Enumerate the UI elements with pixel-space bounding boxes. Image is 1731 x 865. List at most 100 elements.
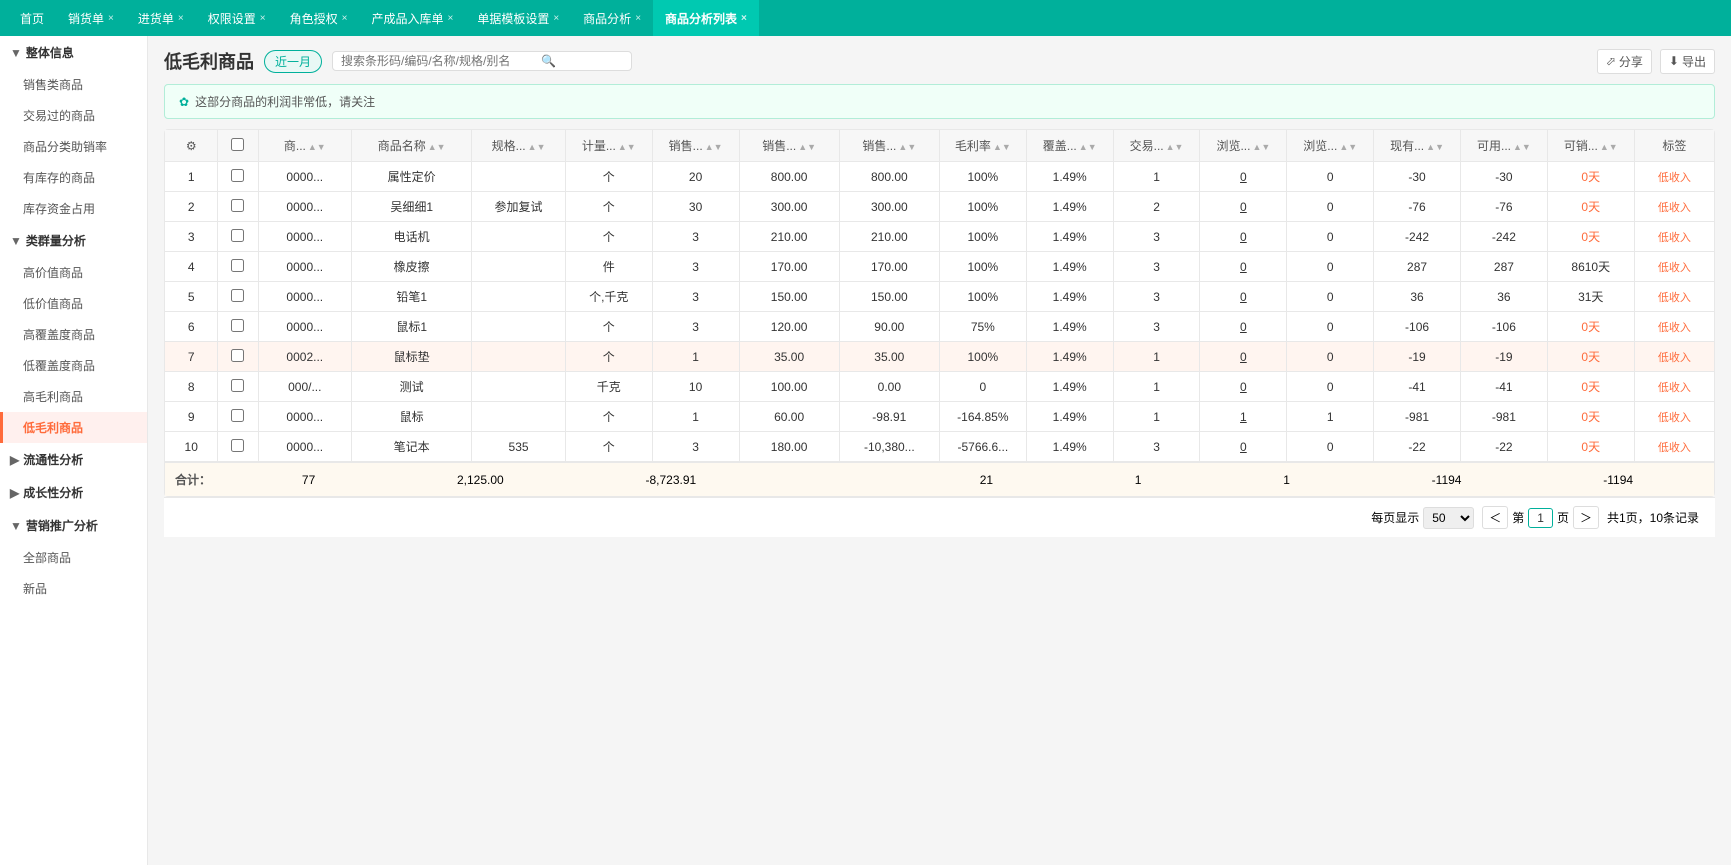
col-unit[interactable]: 计量...▲▼: [565, 130, 652, 162]
row-checkbox[interactable]: [231, 349, 244, 362]
share-button[interactable]: ⬀ 分享: [1597, 49, 1652, 74]
col-current[interactable]: 现有...▲▼: [1374, 130, 1461, 162]
select-all-checkbox[interactable]: [231, 138, 244, 151]
cell-browse1[interactable]: 0: [1200, 342, 1287, 372]
close-icon[interactable]: ×: [260, 13, 266, 24]
sidebar-section-growth[interactable]: ▶ 成长性分析: [0, 476, 147, 509]
sidebar-section-overview[interactable]: ▼ 整体信息: [0, 36, 147, 69]
browse-link[interactable]: 1: [1240, 410, 1247, 424]
close-icon[interactable]: ×: [447, 13, 453, 24]
browse-link[interactable]: 0: [1240, 290, 1247, 304]
col-deals[interactable]: 交易...▲▼: [1113, 130, 1200, 162]
cell-browse1[interactable]: 0: [1200, 432, 1287, 462]
search-input[interactable]: [341, 54, 541, 68]
browse-link[interactable]: 0: [1240, 320, 1247, 334]
browse-link[interactable]: 0: [1240, 350, 1247, 364]
row-checkbox[interactable]: [231, 379, 244, 392]
row-checkbox[interactable]: [231, 289, 244, 302]
sidebar-item-stock-goods[interactable]: 有库存的商品: [0, 162, 147, 193]
cell-browse1[interactable]: 0: [1200, 312, 1287, 342]
sidebar-section-cluster[interactable]: ▼ 类群量分析: [0, 224, 147, 257]
col-sales-cost[interactable]: 销售...▲▼: [839, 130, 939, 162]
row-checkbox[interactable]: [231, 439, 244, 452]
col-checkbox[interactable]: [218, 130, 258, 162]
close-icon[interactable]: ×: [108, 13, 114, 24]
sidebar-item-sales-goods[interactable]: 销售类商品: [0, 69, 147, 100]
sidebar-item-high-coverage[interactable]: 高覆盖度商品: [0, 319, 147, 350]
export-button[interactable]: ⬇ 导出: [1660, 49, 1715, 74]
search-icon[interactable]: 🔍: [541, 54, 556, 68]
col-code[interactable]: 商...▲▼: [258, 130, 352, 162]
sidebar-item-high-value[interactable]: 高价值商品: [0, 257, 147, 288]
cell-browse1[interactable]: 1: [1200, 402, 1287, 432]
nav-sales[interactable]: 销货单 ×: [56, 0, 126, 36]
nav-product-entry[interactable]: 产成品入库单 ×: [359, 0, 465, 36]
sidebar-item-all-goods[interactable]: 全部商品: [0, 542, 147, 573]
cell-browse1[interactable]: 0: [1200, 162, 1287, 192]
row-checkbox[interactable]: [231, 169, 244, 182]
next-page-button[interactable]: ＞: [1573, 506, 1599, 529]
row-checkbox[interactable]: [231, 199, 244, 212]
cell-checkbox[interactable]: [218, 222, 258, 252]
cell-checkbox[interactable]: [218, 162, 258, 192]
nav-product-analysis-list[interactable]: 商品分析列表 ×: [653, 0, 759, 36]
col-browse2[interactable]: 浏览...▲▼: [1287, 130, 1374, 162]
row-checkbox[interactable]: [231, 229, 244, 242]
browse-link[interactable]: 0: [1240, 200, 1247, 214]
browse-link[interactable]: 0: [1240, 170, 1247, 184]
cell-checkbox[interactable]: [218, 252, 258, 282]
sidebar-item-category-rate[interactable]: 商品分类助销率: [0, 131, 147, 162]
row-checkbox[interactable]: [231, 409, 244, 422]
cell-browse1[interactable]: 0: [1200, 222, 1287, 252]
cell-checkbox[interactable]: [218, 342, 258, 372]
row-checkbox[interactable]: [231, 319, 244, 332]
row-checkbox[interactable]: [231, 259, 244, 272]
col-available[interactable]: 可用...▲▼: [1460, 130, 1547, 162]
cell-checkbox[interactable]: [218, 432, 258, 462]
col-tag[interactable]: 标签: [1634, 130, 1714, 162]
nav-roles[interactable]: 角色授权 ×: [278, 0, 360, 36]
cell-browse1[interactable]: 0: [1200, 252, 1287, 282]
browse-link[interactable]: 0: [1240, 440, 1247, 454]
col-gross-rate[interactable]: 毛利率▲▼: [939, 130, 1026, 162]
sidebar-section-flow[interactable]: ▶ 流通性分析: [0, 443, 147, 476]
close-icon[interactable]: ×: [741, 13, 747, 24]
col-sellable[interactable]: 可销...▲▼: [1547, 130, 1634, 162]
cell-checkbox[interactable]: [218, 372, 258, 402]
cell-browse1[interactable]: 0: [1200, 282, 1287, 312]
cell-checkbox[interactable]: [218, 402, 258, 432]
col-sales-qty[interactable]: 销售...▲▼: [652, 130, 739, 162]
col-browse1[interactable]: 浏览...▲▼: [1200, 130, 1287, 162]
col-spec[interactable]: 规格...▲▼: [472, 130, 566, 162]
browse-link[interactable]: 0: [1240, 260, 1247, 274]
sidebar-item-low-coverage[interactable]: 低覆盖度商品: [0, 350, 147, 381]
sidebar-item-stock-capital[interactable]: 库存资金占用: [0, 193, 147, 224]
cell-checkbox[interactable]: [218, 312, 258, 342]
date-filter-button[interactable]: 近一月: [264, 50, 322, 73]
col-coverage[interactable]: 覆盖...▲▼: [1026, 130, 1113, 162]
sidebar-section-marketing[interactable]: ▼ 营销推广分析: [0, 509, 147, 542]
sidebar-item-new-goods[interactable]: 新品: [0, 573, 147, 604]
nav-permissions[interactable]: 权限设置 ×: [196, 0, 278, 36]
nav-home[interactable]: 首页: [8, 0, 56, 36]
prev-page-button[interactable]: ＜: [1482, 506, 1508, 529]
sidebar-item-traded-goods[interactable]: 交易过的商品: [0, 100, 147, 131]
nav-purchase[interactable]: 进货单 ×: [126, 0, 196, 36]
cell-checkbox[interactable]: [218, 282, 258, 312]
close-icon[interactable]: ×: [178, 13, 184, 24]
nav-product-analysis[interactable]: 商品分析 ×: [571, 0, 653, 36]
nav-template-settings[interactable]: 单据模板设置 ×: [465, 0, 571, 36]
sidebar-item-low-gross[interactable]: 低毛利商品: [0, 412, 147, 443]
browse-link[interactable]: 0: [1240, 230, 1247, 244]
per-page-select[interactable]: 50 100 200: [1423, 507, 1474, 529]
close-icon[interactable]: ×: [342, 13, 348, 24]
sidebar-item-low-value[interactable]: 低价值商品: [0, 288, 147, 319]
cell-browse1[interactable]: 0: [1200, 192, 1287, 222]
cell-browse1[interactable]: 0: [1200, 372, 1287, 402]
col-name[interactable]: 商品名称▲▼: [352, 130, 472, 162]
close-icon[interactable]: ×: [553, 13, 559, 24]
close-icon[interactable]: ×: [635, 13, 641, 24]
sidebar-item-high-gross[interactable]: 高毛利商品: [0, 381, 147, 412]
col-sales-amt[interactable]: 销售...▲▼: [739, 130, 839, 162]
cell-checkbox[interactable]: [218, 192, 258, 222]
